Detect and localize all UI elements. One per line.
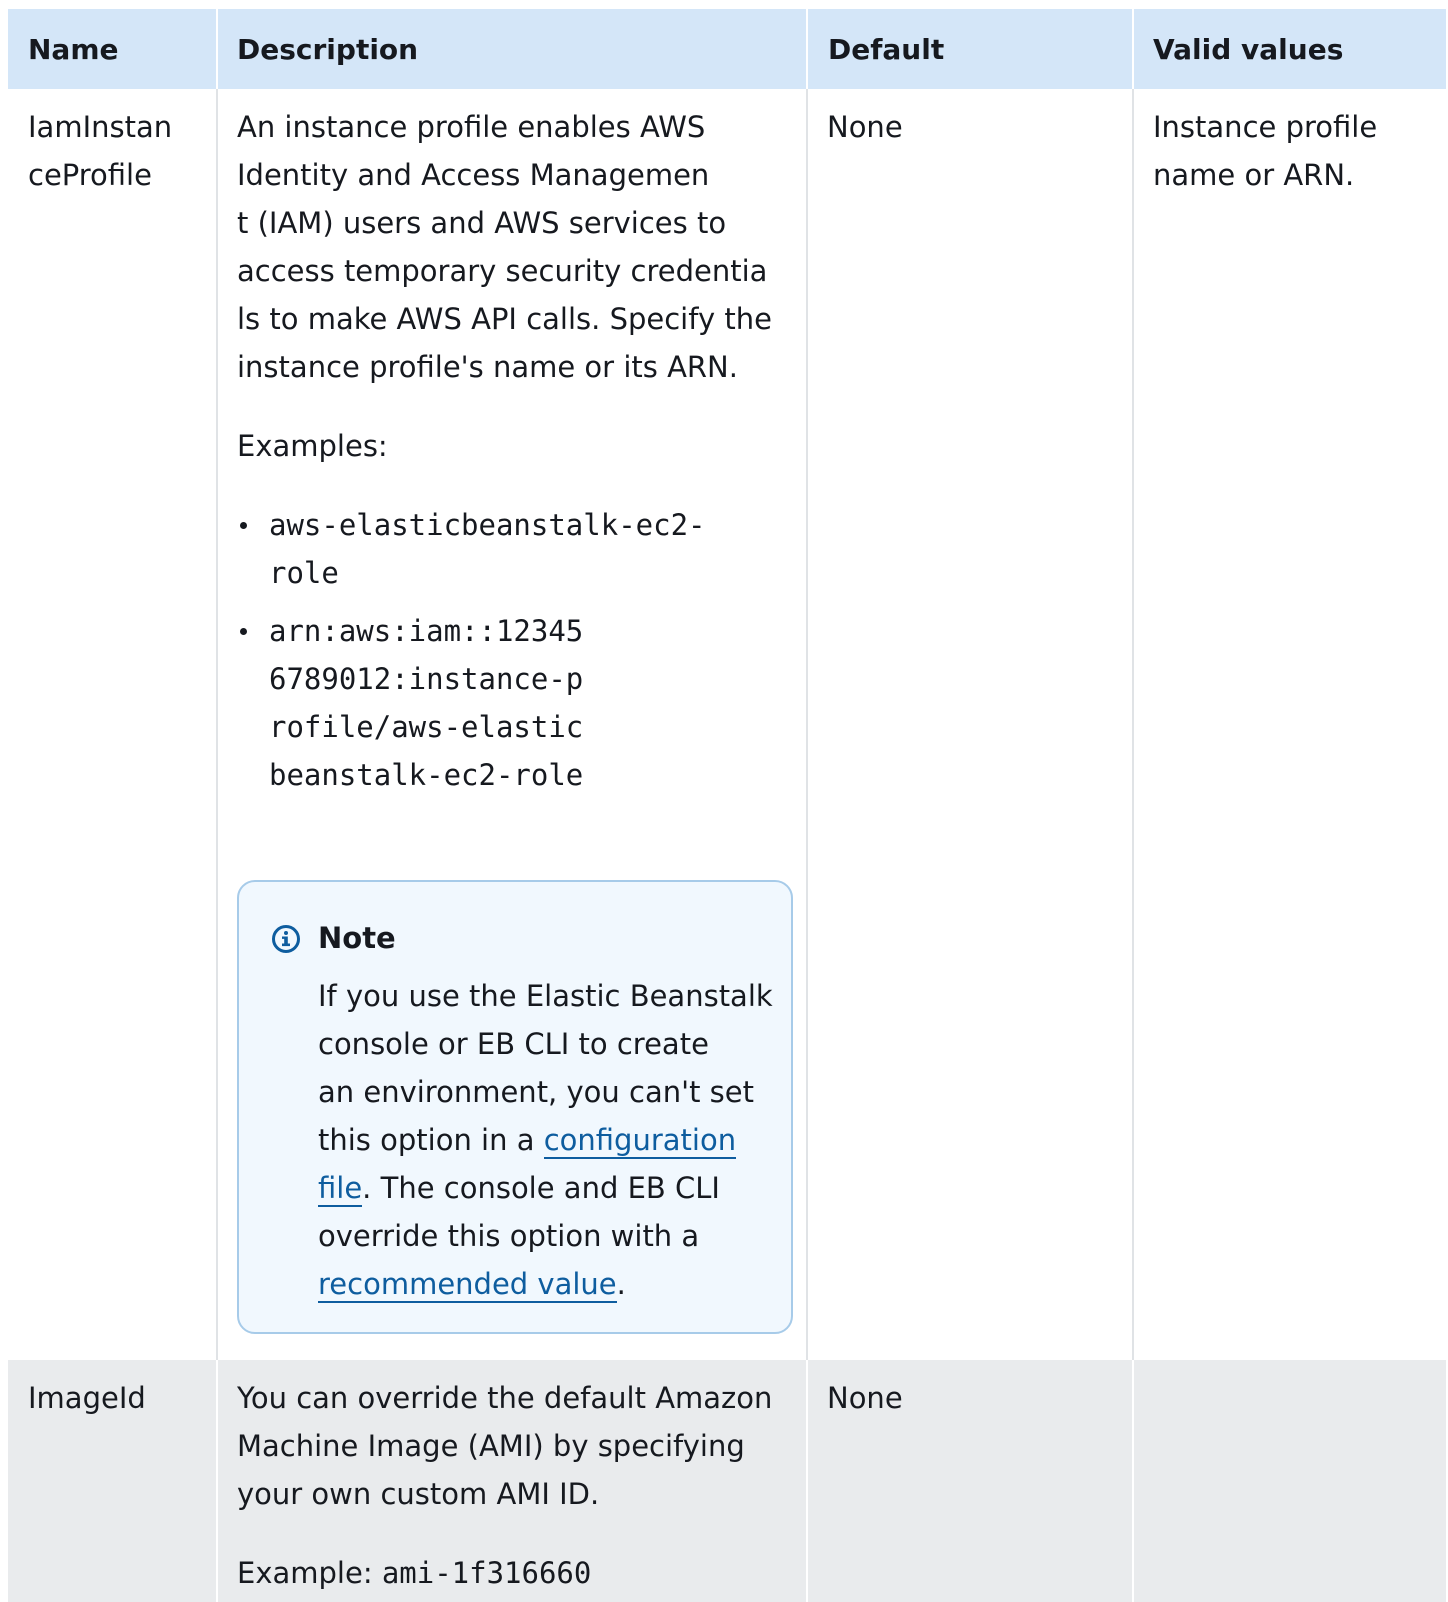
column-divider [1132, 9, 1134, 89]
table-header: Name Description Default Valid values [8, 9, 1446, 89]
description-line: instance profile's name or its ARN. [237, 350, 738, 384]
cell-name: IamInstan ceProfile [8, 103, 216, 199]
column-divider [216, 9, 218, 89]
recommended-value-link[interactable]: recommended value [318, 1267, 617, 1303]
example-code-line: role [269, 556, 339, 590]
description-line: You can override the default Amazon [237, 1381, 773, 1415]
header-valid-values: Valid values [1153, 32, 1344, 66]
note-line: console or EB CLI to create [318, 1027, 709, 1061]
default-value: None [827, 1381, 903, 1415]
description-line: Machine Image (AMI) by specifying [237, 1429, 745, 1463]
bullet-icon [240, 628, 247, 635]
examples-label: Examples: [237, 429, 388, 463]
note-line: recommended value. [318, 1260, 778, 1308]
note-text: . [616, 1267, 626, 1301]
example-code: ami-1f316660 [381, 1556, 592, 1590]
option-name-line: IamInstan [28, 110, 173, 144]
example-code-line: 6789012:instance-p [269, 662, 584, 696]
table-row: ImageId You can override the default Ama… [8, 1360, 1446, 1602]
cell-valid-values: Instance profile name or ARN. [1133, 103, 1446, 199]
list-item: arn:aws:iam::12345 6789012:instance-p ro… [237, 607, 769, 799]
note-line: this option in a configuration [318, 1116, 778, 1164]
note-line: If you use the Elastic Beanstalk [318, 979, 773, 1013]
example-line: Example: ami-1f316660 [237, 1549, 806, 1597]
note-callout: Note If you use the Elastic Beanstalk co… [237, 880, 793, 1334]
examples-list: aws-elasticbeanstalk-ec2- role arn:aws:i… [237, 501, 806, 799]
description-line: access temporary security credentia [237, 254, 768, 288]
info-circle-icon [272, 925, 300, 953]
cell-default: None [807, 1374, 1132, 1422]
header-description: Description [237, 32, 419, 66]
bullet-icon [240, 522, 247, 529]
description-line: your own custom AMI ID. [237, 1477, 600, 1511]
description-line: Identity and Access Managemen [237, 158, 710, 192]
example-code-line: arn:aws:iam::12345 [269, 614, 584, 648]
example-code-line: beanstalk-ec2-role [269, 758, 584, 792]
option-name-line: ceProfile [28, 158, 152, 192]
cell-description: You can override the default Amazon Mach… [217, 1374, 806, 1597]
column-divider [1132, 1360, 1134, 1602]
cell-default: None [807, 103, 1132, 151]
example-code-line: rofile/aws-elastic [269, 710, 584, 744]
column-divider [1132, 89, 1134, 1360]
note-line: an environment, you can't set [318, 1075, 754, 1109]
column-divider [806, 9, 808, 89]
valid-values-line: name or ARN. [1153, 158, 1355, 192]
list-item: aws-elasticbeanstalk-ec2- role [237, 501, 769, 597]
example-label: Example: [237, 1556, 382, 1590]
valid-values-line: Instance profile [1153, 110, 1378, 144]
cell-name: ImageId [8, 1374, 216, 1422]
configuration-file-link[interactable]: file [318, 1171, 363, 1207]
header-default: Default [828, 32, 945, 66]
description-line: An instance profile enables AWS [237, 110, 706, 144]
note-title: Note [318, 921, 396, 955]
description-line: t (IAM) users and AWS services to [237, 206, 727, 240]
option-name: ImageId [28, 1381, 146, 1415]
table-row: IamInstan ceProfile An instance profile … [8, 89, 1446, 1360]
note-body: If you use the Elastic Beanstalk console… [318, 972, 778, 1308]
configuration-file-link[interactable]: configuration [543, 1123, 737, 1159]
note-text: this option in a [318, 1123, 544, 1157]
description-line: ls to make AWS API calls. Specify the [237, 302, 772, 336]
note-line: override this option with a [318, 1219, 700, 1253]
cell-description: An instance profile enables AWS Identity… [217, 103, 806, 809]
example-code-line: aws-elasticbeanstalk-ec2- [269, 508, 706, 542]
options-table: Name Description Default Valid values Ia… [8, 9, 1446, 1602]
column-divider [806, 89, 808, 1360]
default-value: None [827, 110, 903, 144]
note-line: file. The console and EB CLI [318, 1164, 778, 1212]
note-text: . The console and EB CLI [362, 1171, 720, 1205]
header-name: Name [28, 32, 119, 66]
